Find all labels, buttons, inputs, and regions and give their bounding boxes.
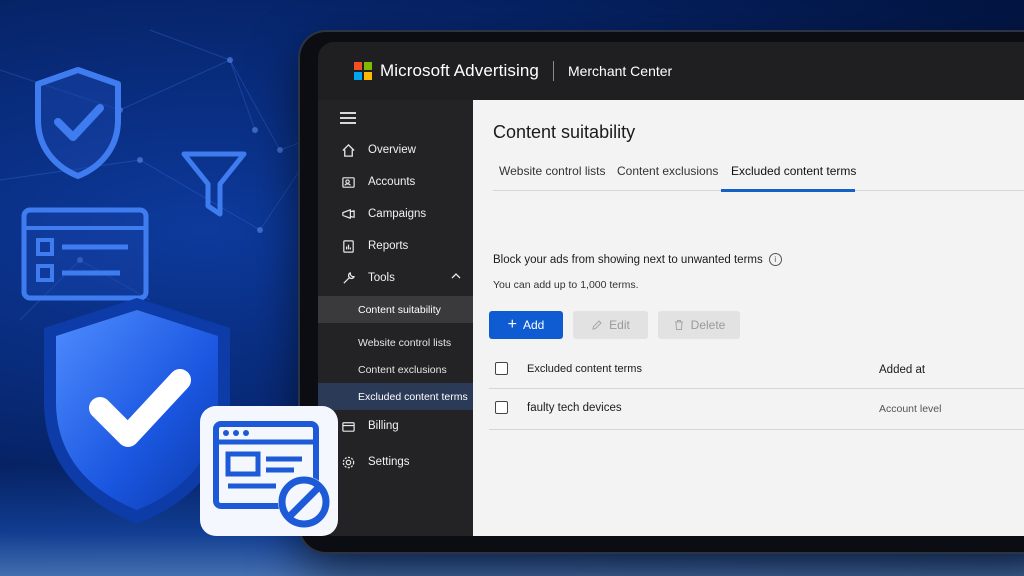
sidebar-item-label: Accounts xyxy=(368,176,416,188)
billing-icon xyxy=(340,418,356,434)
add-button[interactable]: + Add xyxy=(489,311,563,339)
sidebar-item-reports[interactable]: Reports xyxy=(318,230,473,262)
sidebar-item-campaigns[interactable]: Campaigns xyxy=(318,198,473,230)
tab-website-control-lists[interactable]: Website control lists xyxy=(499,164,605,178)
sidebar-subitem-excluded-content-terms[interactable]: Excluded content terms xyxy=(318,383,473,410)
blocked-page-icon xyxy=(200,406,338,536)
accounts-icon xyxy=(340,174,356,190)
campaigns-icon xyxy=(340,206,356,222)
logo-square-blue xyxy=(354,72,362,80)
sidebar-item-settings[interactable]: Settings xyxy=(318,446,473,478)
hamburger-menu-icon[interactable] xyxy=(340,112,356,127)
sidebar-item-billing[interactable]: Billing xyxy=(318,410,473,442)
table-header-row: Excluded content terms Added at xyxy=(489,350,1024,389)
tab-bar: Website control lists Content exclusions… xyxy=(493,160,1024,192)
tab-excluded-content-terms[interactable]: Excluded content terms xyxy=(731,164,856,178)
column-header-added-at[interactable]: Added at xyxy=(879,364,925,376)
description-text: Block your ads from showing next to unwa… xyxy=(493,253,763,266)
sidebar-subitem-label: Excluded content terms xyxy=(358,390,468,403)
sidebar-subitem-label: Website control lists xyxy=(358,336,452,349)
sidebar-subitem-content-suitability[interactable]: Content suitability xyxy=(318,296,473,323)
logo-square-yellow xyxy=(364,72,372,80)
tools-icon xyxy=(340,270,356,286)
active-tab-indicator xyxy=(721,189,855,192)
terms-table: Excluded content terms Added at faulty t… xyxy=(489,350,1024,430)
row-checkbox[interactable] xyxy=(495,401,508,414)
settings-icon xyxy=(340,454,356,470)
microsoft-logo-icon[interactable] xyxy=(354,62,372,80)
sidebar-item-overview[interactable]: Overview xyxy=(318,134,473,166)
sidebar-item-tools[interactable]: Tools xyxy=(318,262,473,294)
main-panel: Content suitability Website control list… xyxy=(473,100,1024,536)
term-cell: faulty tech devices xyxy=(527,402,622,414)
sidebar-item-label: Billing xyxy=(368,420,399,432)
delete-button[interactable]: Delete xyxy=(658,311,740,339)
sidebar-subitem-label: Content exclusions xyxy=(358,363,447,376)
sidebar-item-label: Campaigns xyxy=(368,208,427,220)
table-row[interactable]: faulty tech devices Account level xyxy=(489,389,1024,430)
sidebar-item-label: Settings xyxy=(368,456,410,468)
sidebar-item-label: Reports xyxy=(368,240,409,252)
product-name[interactable]: Merchant Center xyxy=(568,63,672,79)
header-divider xyxy=(552,61,554,81)
sidebar: Overview Accounts Campaigns Reports Tool xyxy=(318,100,473,536)
logo-square-red xyxy=(354,62,362,70)
sidebar-subitem-website-control-lists[interactable]: Website control lists xyxy=(318,329,473,356)
top-bar: Microsoft Advertising Merchant Center xyxy=(318,42,1024,100)
plus-icon: + xyxy=(507,316,517,333)
tab-content-exclusions[interactable]: Content exclusions xyxy=(617,164,718,178)
add-button-label: Add xyxy=(522,318,545,332)
app-window: Microsoft Advertising Merchant Center Ov… xyxy=(318,42,1024,536)
sidebar-item-label: Tools xyxy=(368,272,395,284)
added-at-cell: Account level xyxy=(879,403,942,415)
brand-name[interactable]: Microsoft Advertising xyxy=(380,61,539,81)
info-icon[interactable]: i xyxy=(768,253,782,266)
edit-button-label: Edit xyxy=(609,318,630,332)
term-limit-note: You can add up to 1,000 terms. xyxy=(493,279,639,291)
funnel-icon xyxy=(181,151,247,217)
column-header-terms[interactable]: Excluded content terms xyxy=(527,363,642,375)
delete-button-label: Delete xyxy=(690,318,726,332)
sidebar-item-accounts[interactable]: Accounts xyxy=(318,166,473,198)
home-icon xyxy=(340,142,356,158)
reports-icon xyxy=(340,238,356,254)
description: Block your ads from showing next to unwa… xyxy=(493,253,782,266)
sidebar-subitem-label: Content suitability xyxy=(358,303,441,316)
trash-icon xyxy=(674,320,683,330)
edit-button[interactable]: Edit xyxy=(573,311,648,339)
chevron-up-icon[interactable] xyxy=(451,271,461,281)
pencil-icon xyxy=(592,320,602,330)
sidebar-item-label: Overview xyxy=(368,144,416,156)
shield-check-outline-icon xyxy=(35,67,121,179)
form-outline-icon xyxy=(21,207,149,301)
select-all-checkbox[interactable] xyxy=(495,362,508,375)
sidebar-subitem-content-exclusions[interactable]: Content exclusions xyxy=(318,356,473,383)
logo-square-green xyxy=(364,62,372,70)
page-title: Content suitability xyxy=(493,122,636,142)
